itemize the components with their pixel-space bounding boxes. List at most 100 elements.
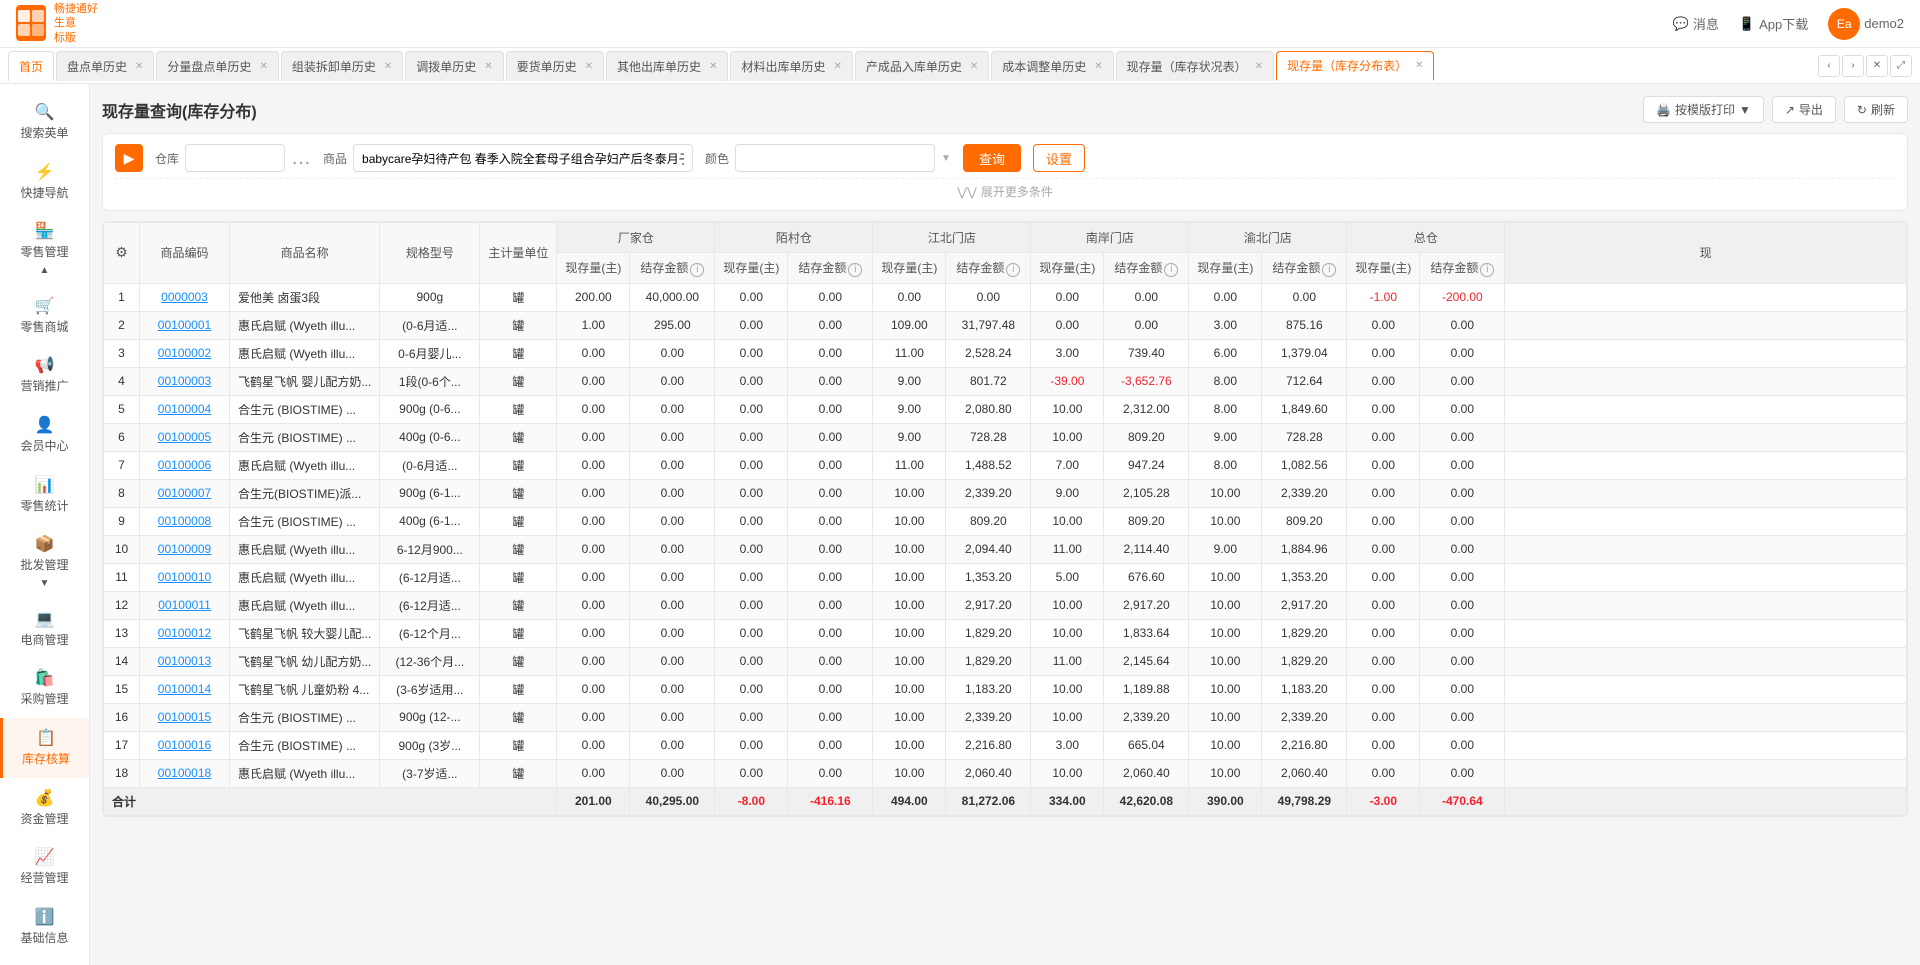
tab-8-close[interactable]: ✕ xyxy=(970,61,978,72)
cell-code[interactable]: 00100016 xyxy=(140,731,230,759)
cell-c2-amt: 0.00 xyxy=(788,619,873,647)
tab-10-close[interactable]: ✕ xyxy=(1255,61,1263,72)
cell-code[interactable]: 00100003 xyxy=(140,367,230,395)
query-btn[interactable]: 查询 xyxy=(963,144,1021,172)
sidebar-item-nav[interactable]: ⚡ 快捷导航 xyxy=(0,152,89,212)
color-input[interactable] xyxy=(735,144,935,172)
export-btn[interactable]: ↗ 导出 xyxy=(1772,96,1836,123)
cell-code[interactable]: 00100007 xyxy=(140,479,230,507)
tab-4[interactable]: 调拨单历史 ✕ xyxy=(405,51,503,81)
cell-c4-amt: 2,105.28 xyxy=(1104,479,1189,507)
sidebar-item-retail-stats[interactable]: 📊 零售统计 xyxy=(0,465,89,525)
user-area[interactable]: Ea demo2 xyxy=(1828,8,1904,40)
tab-7[interactable]: 材料出库单历史 ✕ xyxy=(730,51,852,81)
yubei-amt-info[interactable]: i xyxy=(1322,263,1336,277)
tab-6[interactable]: 其他出库单历史 ✕ xyxy=(606,51,728,81)
cell-code[interactable]: 00100011 xyxy=(140,591,230,619)
tab-close-all-btn[interactable]: ✕ xyxy=(1866,55,1888,77)
cell-now xyxy=(1505,395,1907,423)
tab-8[interactable]: 产成品入库单历史 ✕ xyxy=(855,51,989,81)
mucun-amt-info[interactable]: i xyxy=(848,263,862,277)
cell-spec: (6-12月适... xyxy=(380,591,480,619)
sidebar-item-retail-mall[interactable]: 🛒 零售商城 xyxy=(0,286,89,346)
cell-c2-qty: 0.00 xyxy=(715,535,788,563)
cell-c3-amt: 2,094.40 xyxy=(946,535,1031,563)
cell-code[interactable]: 00100004 xyxy=(140,395,230,423)
sidebar-item-search[interactable]: 🔍 搜索英单 xyxy=(0,92,89,152)
th-settings[interactable]: ⚙ xyxy=(104,223,140,284)
tab-9[interactable]: 成本调整单历史 ✕ xyxy=(991,51,1113,81)
tab-5-close[interactable]: ✕ xyxy=(585,61,593,72)
cell-code[interactable]: 00100008 xyxy=(140,507,230,535)
tab-1[interactable]: 盘点单历史 ✕ xyxy=(56,51,154,81)
sidebar-item-operations[interactable]: 📈 经营管理 xyxy=(0,837,89,897)
sidebar-item-basic-info[interactable]: ℹ️ 基础信息 xyxy=(0,897,89,957)
tab-4-close[interactable]: ✕ xyxy=(484,61,492,72)
cell-code[interactable]: 00100001 xyxy=(140,311,230,339)
search-expand-btn[interactable]: ▶ xyxy=(115,144,143,172)
expand-conditions-btn[interactable]: ⋁⋁ 展开更多条件 xyxy=(115,178,1895,200)
sidebar-item-inventory[interactable]: 📋 库存核算 xyxy=(0,718,89,778)
tab-expand-btn[interactable]: ⤢ xyxy=(1890,55,1912,77)
table-row: 18 00100018 惠氏启赋 (Wyeth illu... (3-7岁适..… xyxy=(104,759,1907,787)
cell-code[interactable]: 00100012 xyxy=(140,619,230,647)
sidebar-item-marketing[interactable]: 📢 营销推广 xyxy=(0,345,89,405)
tab-home[interactable]: 首页 xyxy=(8,51,54,81)
settings-icon[interactable]: ⚙ xyxy=(115,244,128,260)
warehouse-input[interactable] xyxy=(185,144,285,172)
warehouse-more-icon[interactable]: … xyxy=(291,147,311,170)
tab-next-btn[interactable]: › xyxy=(1842,55,1864,77)
tab-9-close[interactable]: ✕ xyxy=(1094,61,1102,72)
total-amt-info[interactable]: i xyxy=(1480,263,1494,277)
cell-code[interactable]: 00100002 xyxy=(140,339,230,367)
cell-code[interactable]: 00100013 xyxy=(140,647,230,675)
jiangbei-amt-info[interactable]: i xyxy=(1006,263,1020,277)
sidebar-item-system[interactable]: ⚙️ 系统管理 xyxy=(0,956,89,965)
tab-11-close[interactable]: ✕ xyxy=(1415,60,1423,71)
th-factory-amt: 结存金额i xyxy=(630,253,715,284)
product-input[interactable] xyxy=(353,144,693,172)
cell-c5-amt: 2,339.20 xyxy=(1262,479,1347,507)
tab-3[interactable]: 组装拆卸单历史 ✕ xyxy=(281,51,403,81)
tab-1-close[interactable]: ✕ xyxy=(135,61,143,72)
tab-2[interactable]: 分量盘点单历史 ✕ xyxy=(156,51,278,81)
cell-code[interactable]: 00100018 xyxy=(140,759,230,787)
cell-code[interactable]: 00100015 xyxy=(140,703,230,731)
member-icon: 👤 xyxy=(35,415,55,435)
cell-code[interactable]: 0000003 xyxy=(140,283,230,311)
cell-code[interactable]: 00100006 xyxy=(140,451,230,479)
cell-code[interactable]: 00100010 xyxy=(140,563,230,591)
tab-prev-btn[interactable]: ‹ xyxy=(1818,55,1840,77)
cell-c2-amt: 0.00 xyxy=(788,339,873,367)
tab-6-close[interactable]: ✕ xyxy=(709,61,717,72)
sidebar-item-member[interactable]: 👤 会员中心 xyxy=(0,405,89,465)
operations-icon: 📈 xyxy=(35,847,55,867)
refresh-btn[interactable]: ↻ 刷新 xyxy=(1844,96,1908,123)
cell-c5-amt: 1,082.56 xyxy=(1262,451,1347,479)
cell-c1-amt: 0.00 xyxy=(630,563,715,591)
tab-7-close[interactable]: ✕ xyxy=(833,61,841,72)
factory-amt-info[interactable]: i xyxy=(690,263,704,277)
sidebar-item-ecommerce[interactable]: 💻 电商管理 xyxy=(0,599,89,659)
cell-c5-amt: 1,849.60 xyxy=(1262,395,1347,423)
nanan-amt-info[interactable]: i xyxy=(1164,263,1178,277)
message-btn[interactable]: 💬 消息 xyxy=(1673,14,1719,33)
color-dropdown-icon[interactable]: ▼ xyxy=(941,153,951,164)
cell-code[interactable]: 00100005 xyxy=(140,423,230,451)
app-download-btn[interactable]: 📱 App下载 xyxy=(1739,14,1808,33)
sidebar-item-wholesale[interactable]: 📦 批发管理 ▼ xyxy=(0,524,89,599)
cell-code[interactable]: 00100014 xyxy=(140,675,230,703)
logo-area: 畅捷通好生意 标版 xyxy=(16,2,106,45)
setting-btn[interactable]: 设置 xyxy=(1033,144,1085,172)
tab-2-close[interactable]: ✕ xyxy=(259,61,267,72)
cell-code[interactable]: 00100009 xyxy=(140,535,230,563)
sidebar-item-finance[interactable]: 💰 资金管理 xyxy=(0,778,89,838)
sidebar-item-purchase[interactable]: 🛍️ 采购管理 xyxy=(0,658,89,718)
tab-3-close[interactable]: ✕ xyxy=(384,61,392,72)
tab-11[interactable]: 现存量（库存分布表） ✕ xyxy=(1276,51,1434,81)
tab-10[interactable]: 现存量（库存状况表） ✕ xyxy=(1116,51,1274,81)
sidebar-item-retail-mgmt[interactable]: 🏪 零售管理 ▲ xyxy=(0,211,89,286)
print-btn[interactable]: 🖨️ 按模版打印 ▼ xyxy=(1643,96,1764,123)
cell-total-qty: 0.00 xyxy=(1347,451,1420,479)
tab-5[interactable]: 要货单历史 ✕ xyxy=(506,51,604,81)
